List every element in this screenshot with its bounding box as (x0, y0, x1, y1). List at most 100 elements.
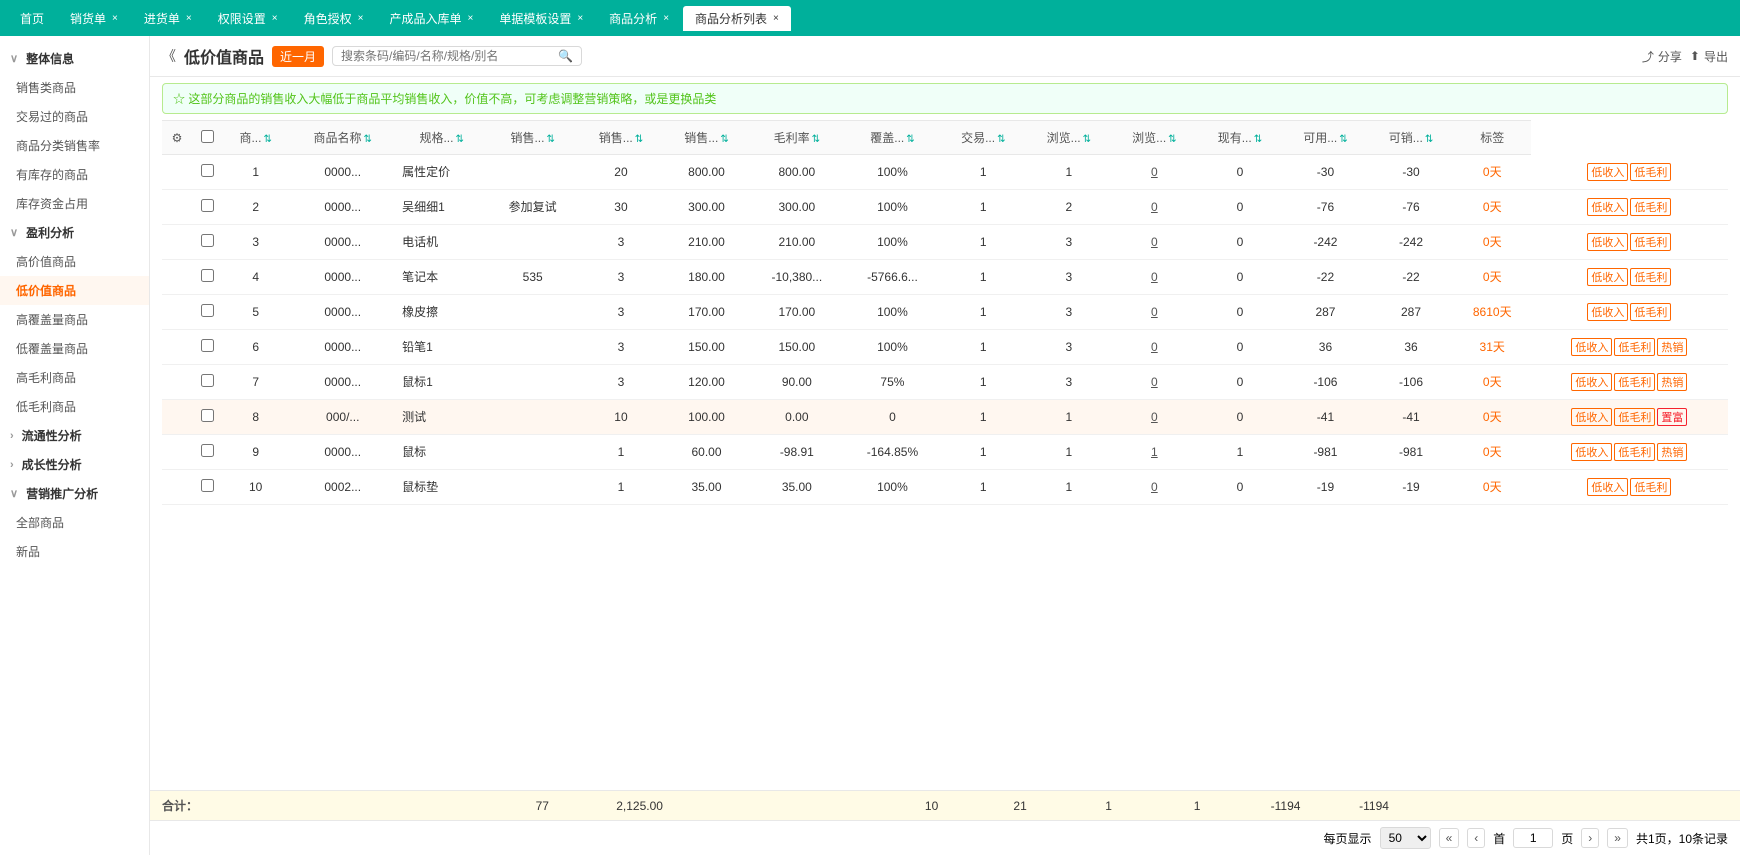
sidebar-section-growth[interactable]: › 成长性分析 (0, 450, 149, 479)
per-page-select[interactable]: 50 100 200 (1380, 827, 1431, 849)
nav-item-sales[interactable]: 销货单 × (58, 6, 130, 31)
th-view1[interactable]: 浏览...⇅ (1026, 121, 1112, 155)
sidebar-item-low-value[interactable]: 低价值商品 (0, 276, 149, 305)
search-input[interactable] (341, 49, 554, 63)
row-checkbox[interactable] (201, 199, 214, 212)
share-btn[interactable]: ⤴ 分享 (1642, 48, 1682, 65)
td-tags: 低收入低毛利 (1531, 259, 1728, 294)
td-days: 0天 (1454, 224, 1531, 259)
view1-value[interactable]: 0 (1151, 200, 1158, 214)
sidebar-section-profit[interactable]: ∨ 盈利分析 (0, 218, 149, 247)
row-checkbox[interactable] (201, 444, 214, 457)
sidebar-item-category-sales[interactable]: 商品分类销售率 (0, 131, 149, 160)
tag: 低毛利 (1630, 303, 1671, 321)
close-icon[interactable]: × (467, 13, 473, 24)
row-checkbox[interactable] (201, 374, 214, 387)
sidebar-item-high-coverage[interactable]: 高覆盖量商品 (0, 305, 149, 334)
nav-item-template[interactable]: 单据模板设置 × (487, 6, 595, 31)
nav-item-role[interactable]: 角色授权 × (292, 6, 376, 31)
nav-item-home[interactable]: 首页 (8, 6, 56, 31)
sidebar-item-stock-products[interactable]: 有库存的商品 (0, 160, 149, 189)
prev-page-btn[interactable]: ‹ (1467, 828, 1485, 848)
th-sale-profit[interactable]: 销售...⇅ (664, 121, 750, 155)
next-page-btn[interactable]: › (1581, 828, 1599, 848)
th-available[interactable]: 可用...⇅ (1283, 121, 1369, 155)
th-code[interactable]: 商...⇅ (222, 121, 289, 155)
view1-value[interactable]: 1 (1151, 445, 1158, 459)
td-sale-profit: 35.00 (749, 469, 844, 504)
sidebar-section-overall[interactable]: ∨ 整体信息 (0, 44, 149, 73)
th-gross-margin[interactable]: 毛利率⇅ (749, 121, 844, 155)
first-page-btn[interactable]: « (1439, 828, 1460, 848)
th-settings[interactable]: ⚙ (162, 121, 192, 155)
select-all-checkbox[interactable] (201, 130, 214, 143)
th-saleable[interactable]: 可销...⇅ (1368, 121, 1454, 155)
row-checkbox[interactable] (201, 269, 214, 282)
close-icon[interactable]: × (577, 13, 583, 24)
td-current-stock: -41 (1283, 399, 1369, 434)
row-checkbox[interactable] (201, 339, 214, 352)
td-transaction: 3 (1026, 364, 1112, 399)
view1-value[interactable]: 0 (1151, 480, 1158, 494)
row-checkbox[interactable] (201, 234, 214, 247)
view1-value[interactable]: 0 (1151, 165, 1158, 179)
nav-item-permission[interactable]: 权限设置 × (206, 6, 290, 31)
page-input[interactable] (1513, 828, 1553, 848)
sidebar-section-marketing[interactable]: ∨ 营销推广分析 (0, 479, 149, 508)
row-checkbox[interactable] (201, 164, 214, 177)
th-current-stock[interactable]: 现有...⇅ (1197, 121, 1283, 155)
footer-available: -1194 (1330, 799, 1418, 813)
view1-value[interactable]: 0 (1151, 340, 1158, 354)
sidebar-section-flow[interactable]: › 流通性分析 (0, 421, 149, 450)
filter-btn[interactable]: 近一月 (272, 46, 324, 67)
close-icon[interactable]: × (663, 13, 669, 24)
view1-value[interactable]: 0 (1151, 235, 1158, 249)
row-checkbox[interactable] (201, 304, 214, 317)
sidebar-item-all-products[interactable]: 全部商品 (0, 508, 149, 537)
sidebar-item-high-profit[interactable]: 高毛利商品 (0, 363, 149, 392)
th-name[interactable]: 商品名称⇅ (289, 121, 396, 155)
tag: 低收入 (1571, 408, 1612, 426)
row-checkbox[interactable] (201, 409, 214, 422)
view1-value[interactable]: 0 (1151, 305, 1158, 319)
sidebar-item-low-coverage[interactable]: 低覆盖量商品 (0, 334, 149, 363)
td-sale-qty: 10 (578, 399, 664, 434)
sidebar-item-new-products[interactable]: 新品 (0, 537, 149, 566)
row-checkbox[interactable] (201, 479, 214, 492)
close-icon[interactable]: × (773, 13, 779, 24)
sidebar-item-high-value[interactable]: 高价值商品 (0, 247, 149, 276)
td-code: 0000... (289, 155, 396, 190)
nav-item-analysis[interactable]: 商品分析 × (597, 6, 681, 31)
sidebar-item-sales-products[interactable]: 销售类商品 (0, 73, 149, 102)
table-row: 10 0002... 鼠标垫 1 35.00 35.00 100% 1 1 0 … (162, 469, 1728, 504)
sidebar-item-stock-capital[interactable]: 库存资金占用 (0, 189, 149, 218)
th-coverage[interactable]: 覆盖...⇅ (844, 121, 940, 155)
close-icon[interactable]: × (186, 13, 192, 24)
view1-value[interactable]: 0 (1151, 410, 1158, 424)
view1-value[interactable]: 0 (1151, 375, 1158, 389)
nav-item-product-in[interactable]: 产成品入库单 × (377, 6, 485, 31)
td-available: -41 (1368, 399, 1454, 434)
sidebar-collapse-btn[interactable]: 《 (162, 46, 176, 66)
tag: 低收入 (1571, 443, 1612, 461)
th-view2[interactable]: 浏览...⇅ (1112, 121, 1198, 155)
last-page-btn[interactable]: » (1607, 828, 1628, 848)
view1-value[interactable]: 0 (1151, 270, 1158, 284)
close-icon[interactable]: × (272, 13, 278, 24)
th-spec[interactable]: 规格...⇅ (396, 121, 487, 155)
sidebar-item-low-profit[interactable]: 低毛利商品 (0, 392, 149, 421)
tag: 低收入 (1587, 198, 1628, 216)
sidebar-item-traded-products[interactable]: 交易过的商品 (0, 102, 149, 131)
td-current-stock: -981 (1283, 434, 1369, 469)
th-sale-amount[interactable]: 销售...⇅ (578, 121, 664, 155)
search-icon[interactable]: 🔍 (558, 49, 573, 63)
th-sale-qty[interactable]: 销售...⇅ (487, 121, 578, 155)
th-checkbox[interactable] (192, 121, 222, 155)
nav-item-purchase[interactable]: 进货单 × (132, 6, 204, 31)
th-transaction[interactable]: 交易...⇅ (941, 121, 1027, 155)
close-icon[interactable]: × (112, 13, 118, 24)
nav-item-analysis-list[interactable]: 商品分析列表 × (683, 6, 791, 31)
close-icon[interactable]: × (358, 13, 364, 24)
export-btn[interactable]: ⬆ 导出 (1690, 48, 1728, 65)
td-available: -242 (1368, 224, 1454, 259)
